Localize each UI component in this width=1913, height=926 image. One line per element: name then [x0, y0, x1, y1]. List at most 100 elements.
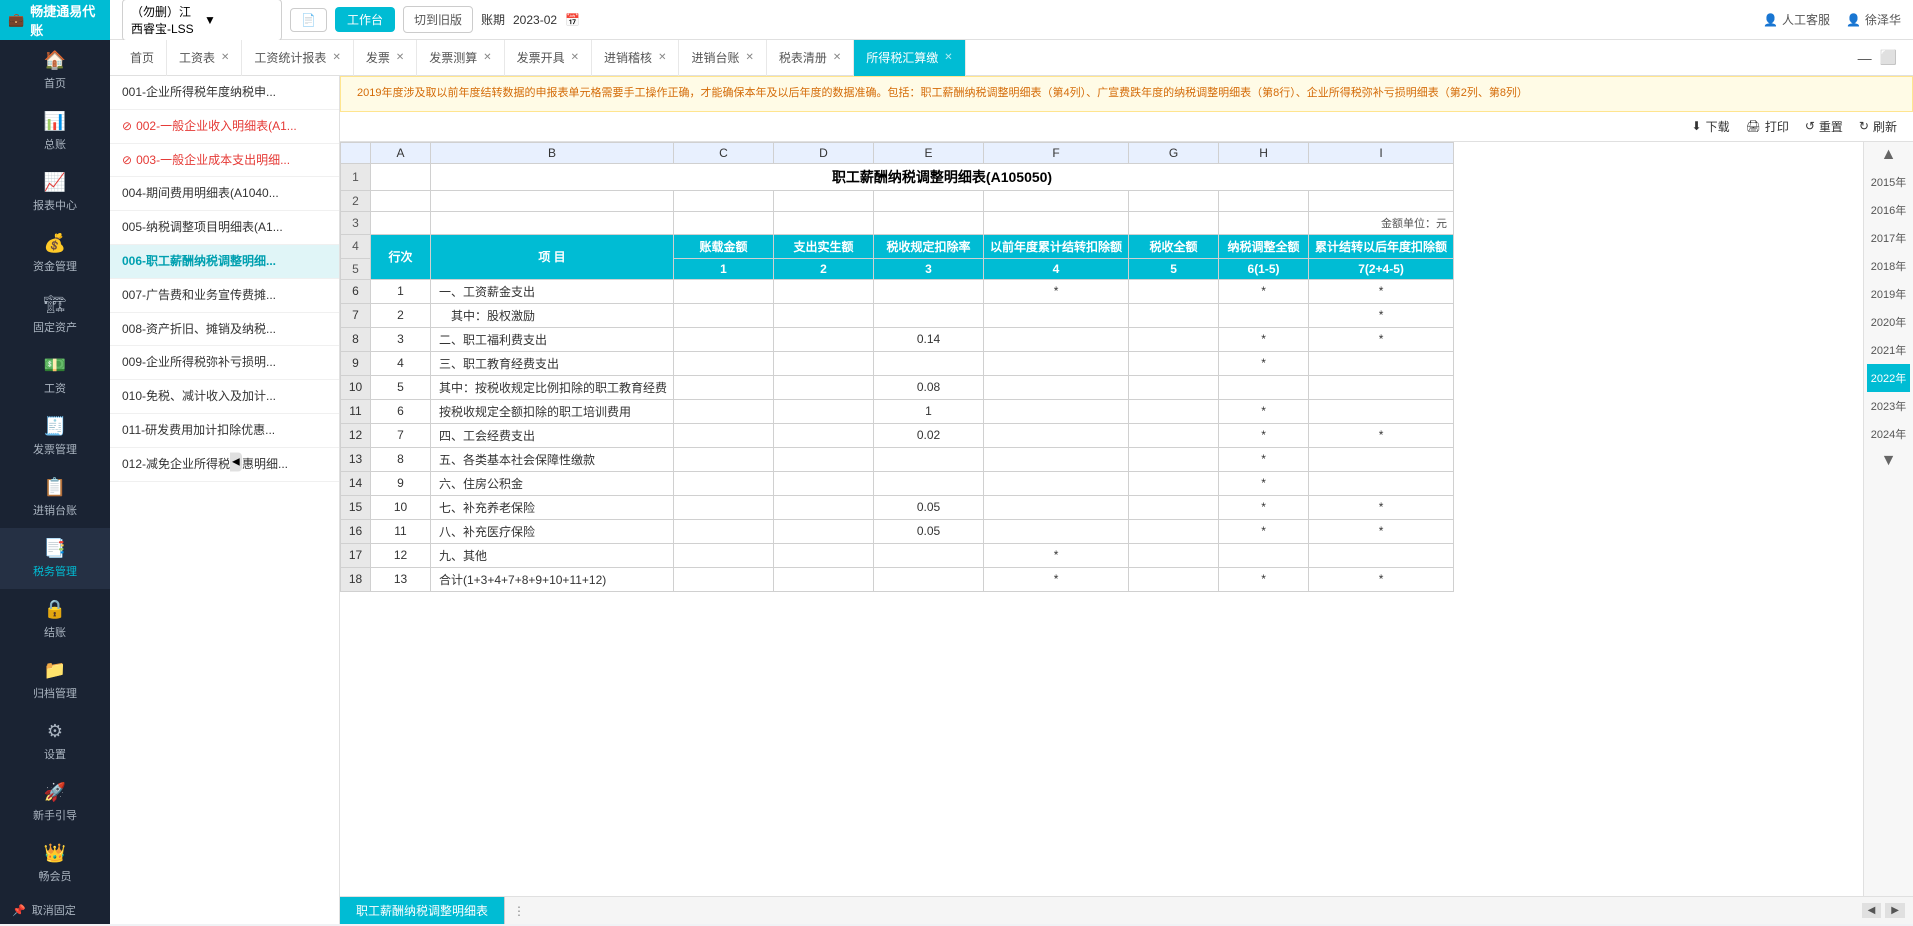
download-btn[interactable]: ⬇ 下载 — [1692, 118, 1730, 135]
year-item-2024[interactable]: 2024年 — [1867, 420, 1910, 448]
sidebar-item-report-center[interactable]: 📈报表中心 — [0, 162, 110, 223]
tab-invoice-open[interactable]: 发票开具 ✕ — [505, 40, 592, 76]
left-list-item-004[interactable]: 004-期间费用明细表(A1040... — [110, 177, 339, 211]
tab-payroll-stats-close[interactable]: ✕ — [332, 52, 340, 63]
cell-3e[interactable] — [874, 211, 984, 234]
tab-payroll[interactable]: 工资表 ✕ — [167, 40, 242, 76]
cell-2f[interactable] — [984, 190, 1129, 211]
doc-btn[interactable]: 📄 — [290, 8, 327, 32]
print-icon: 🖨 — [1746, 119, 1761, 133]
year-item-2018[interactable]: 2018年 — [1867, 252, 1910, 280]
cell-1a[interactable] — [371, 163, 431, 190]
tab-invoice-close[interactable]: ✕ — [396, 52, 404, 63]
tab-invoice[interactable]: 发票 ✕ — [354, 40, 417, 76]
sidebar-item-new-guide[interactable]: 🚀新手引导 — [0, 772, 110, 833]
collapse-panel-btn[interactable]: ◀ — [230, 453, 242, 472]
tab-payroll-close[interactable]: ✕ — [221, 52, 229, 63]
scroll-right-btn[interactable]: ▶ — [1885, 903, 1905, 918]
sidebar-item-closing[interactable]: 🔒结账 — [0, 589, 110, 650]
year-item-2019[interactable]: 2019年 — [1867, 280, 1910, 308]
cell-2a[interactable] — [371, 190, 431, 211]
year-item-2016[interactable]: 2016年 — [1867, 196, 1910, 224]
tab-purchase-ledger[interactable]: 进销台账 ✕ — [679, 40, 766, 76]
left-list-item-002[interactable]: ⊘002-一般企业收入明细表(A1... — [110, 110, 339, 144]
cell-3f[interactable] — [984, 211, 1129, 234]
refresh-btn[interactable]: ↻ 刷新 — [1859, 118, 1897, 135]
cell-3h[interactable] — [1219, 211, 1309, 234]
sidebar: 💼 畅捷通易代账 🏠首页📊总账📈报表中心💰资金管理🏗固定资产💵工资🧾发票管理📋进… — [0, 0, 110, 924]
year-item-2017[interactable]: 2017年 — [1867, 224, 1910, 252]
cell-2d[interactable] — [774, 190, 874, 211]
tab-minimize-btn[interactable]: — — [1858, 49, 1872, 66]
cell-2i[interactable] — [1309, 190, 1454, 211]
year-item-2023[interactable]: 2023年 — [1867, 392, 1910, 420]
cancel-fixed-item[interactable]: 📌 取消固定 — [0, 894, 110, 926]
tab-maximize-btn[interactable]: ⬜ — [1880, 49, 1897, 66]
cell-2b[interactable] — [431, 190, 674, 211]
bottom-sheet-tab[interactable]: 职工薪酬纳税调整明细表 — [340, 897, 505, 924]
left-list-item-008[interactable]: 008-资产折旧、摊销及纳税... — [110, 313, 339, 347]
sidebar-item-invoice-mgmt[interactable]: 🧾发票管理 — [0, 406, 110, 467]
reset-btn[interactable]: ↺ 重置 — [1805, 118, 1843, 135]
year-item-2021[interactable]: 2021年 — [1867, 336, 1910, 364]
tab-income-tax-close[interactable]: ✕ — [944, 52, 952, 63]
tab-home[interactable]: 首页 — [118, 40, 167, 76]
tab-invoice-open-close[interactable]: ✕ — [571, 52, 579, 63]
cell-3g[interactable] — [1129, 211, 1219, 234]
left-list-item-012[interactable]: 012-减免企业所得税优惠明细... — [110, 448, 339, 482]
sidebar-item-membership[interactable]: 👑畅会员 — [0, 833, 110, 894]
left-list-item-009[interactable]: 009-企业所得税弥补亏损明... — [110, 346, 339, 380]
data-row-7: 7 2 其中：股权激励 * — [341, 303, 1454, 327]
tab-payroll-stats[interactable]: 工资统计报表 ✕ — [242, 40, 353, 76]
year-item-2020[interactable]: 2020年 — [1867, 308, 1910, 336]
sidebar-item-sales-ledger[interactable]: 📋进销台账 — [0, 467, 110, 528]
sidebar-item-general-ledger[interactable]: 📊总账 — [0, 101, 110, 162]
left-list-item-010[interactable]: 010-免税、减计收入及加计... — [110, 380, 339, 414]
sidebar-label-sales-ledger: 进销台账 — [33, 502, 77, 518]
company-selector[interactable]: （勿删）江西睿宝-LSS ▼ — [122, 0, 282, 41]
cell-2g[interactable] — [1129, 190, 1219, 211]
sheet-area[interactable]: A B C D E F G H I — [340, 142, 1863, 896]
scroll-left-btn[interactable]: ◀ — [1862, 903, 1882, 918]
year-item-2015[interactable]: 2015年 — [1867, 168, 1910, 196]
year-nav-up[interactable]: ▲ — [1864, 142, 1913, 168]
tab-purchase-verify-close[interactable]: ✕ — [658, 52, 666, 63]
tab-tax-clearance-close[interactable]: ✕ — [833, 52, 841, 63]
left-list-item-005[interactable]: 005-纳税调整项目明细表(A1... — [110, 211, 339, 245]
tab-purchase-ledger-close[interactable]: ✕ — [745, 52, 753, 63]
cell-2c[interactable] — [674, 190, 774, 211]
sidebar-item-archive-mgmt[interactable]: 📁归档管理 — [0, 650, 110, 711]
user-info-item[interactable]: 👤 徐泽华 — [1846, 11, 1901, 28]
left-list-item-001[interactable]: 001-企业所得税年度纳税申... — [110, 76, 339, 110]
sidebar-item-asset-mgmt[interactable]: 💰资金管理 — [0, 223, 110, 284]
tab-tax-clearance[interactable]: 税表清册 ✕ — [767, 40, 854, 76]
cell-3d[interactable] — [774, 211, 874, 234]
sidebar-item-payroll[interactable]: 💵工资 — [0, 345, 110, 406]
bottom-dots[interactable]: ⋮ — [505, 904, 533, 918]
history-btn[interactable]: 切到旧版 — [403, 6, 473, 33]
user-avatar-icon: 👤 — [1846, 13, 1861, 27]
print-btn[interactable]: 🖨 打印 — [1746, 118, 1789, 135]
year-item-2022[interactable]: 2022年 — [1867, 364, 1910, 392]
tab-invoice-calc[interactable]: 发票测算 ✕ — [417, 40, 504, 76]
cell-3b[interactable] — [431, 211, 674, 234]
left-list-item-003[interactable]: ⊘003-一般企业成本支出明细... — [110, 144, 339, 178]
left-list-item-007[interactable]: 007-广告费和业务宣传费摊... — [110, 279, 339, 313]
tab-purchase-verify[interactable]: 进销稽核 ✕ — [592, 40, 679, 76]
year-nav-down[interactable]: ▼ — [1864, 448, 1913, 474]
tab-invoice-calc-close[interactable]: ✕ — [483, 52, 491, 63]
calendar-icon[interactable]: 📅 — [565, 13, 580, 27]
sidebar-item-settings[interactable]: ⚙设置 — [0, 711, 110, 772]
cell-2h[interactable] — [1219, 190, 1309, 211]
tab-income-tax[interactable]: 所得税汇算缴 ✕ — [854, 40, 965, 76]
cell-3c[interactable] — [674, 211, 774, 234]
customer-service-item[interactable]: 👤 人工客服 — [1763, 11, 1830, 28]
left-list-item-011[interactable]: 011-研发费用加计扣除优惠... — [110, 414, 339, 448]
sidebar-item-tax-mgmt[interactable]: 📑税务管理 — [0, 528, 110, 589]
cell-3a[interactable] — [371, 211, 431, 234]
left-list-item-006[interactable]: 006-职工薪酬纳税调整明细... — [110, 245, 339, 279]
sidebar-item-home[interactable]: 🏠首页 — [0, 40, 110, 101]
cell-2e[interactable] — [874, 190, 984, 211]
sidebar-item-fixed-asset[interactable]: 🏗固定资产 — [0, 284, 110, 345]
workspace-btn[interactable]: 工作台 — [335, 7, 395, 32]
